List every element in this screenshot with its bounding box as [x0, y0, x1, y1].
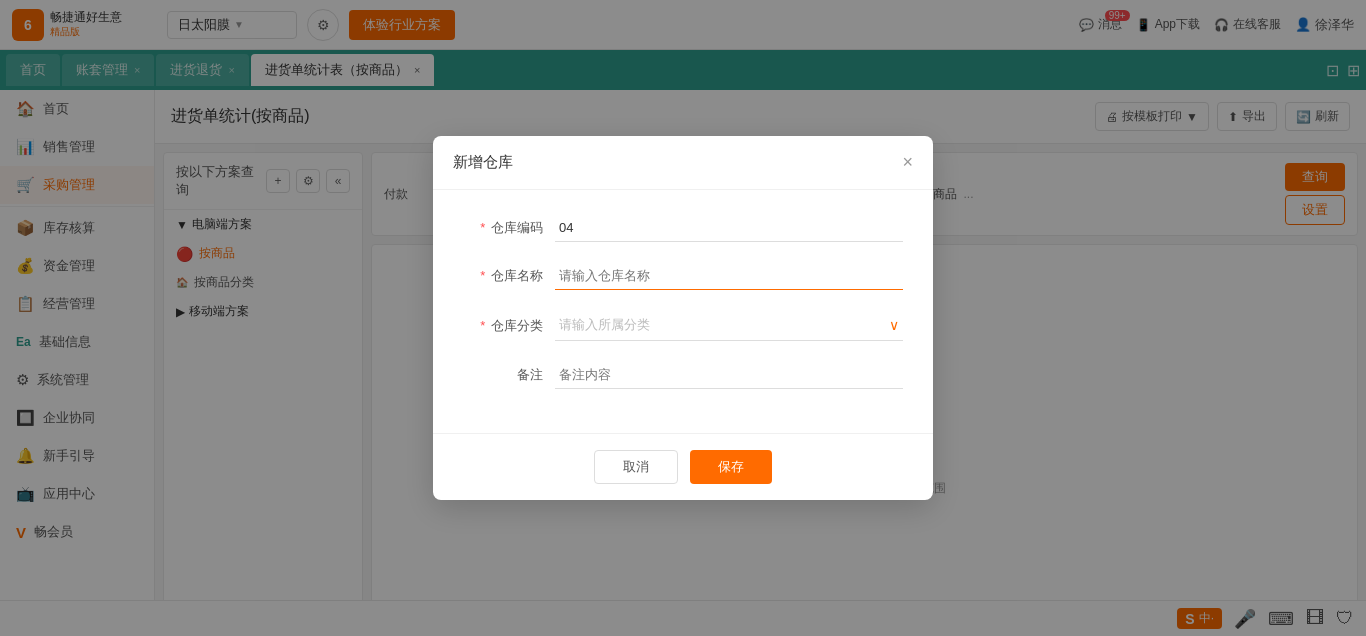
warehouse-code-label: * 仓库编码 — [463, 219, 543, 237]
warehouse-name-row: * 仓库名称 — [463, 262, 903, 290]
warehouse-name-input[interactable] — [555, 262, 903, 290]
required-star-2: * — [480, 268, 485, 283]
modal-footer: 取消 保存 — [433, 433, 933, 500]
new-warehouse-modal: 新增仓库 × * 仓库编码 * 仓库名称 * 仓库分类 请输入 — [433, 136, 933, 500]
warehouse-name-label: * 仓库名称 — [463, 267, 543, 285]
warehouse-notes-label: 备注 — [463, 366, 543, 384]
save-button[interactable]: 保存 — [690, 450, 772, 484]
modal-body: * 仓库编码 * 仓库名称 * 仓库分类 请输入所属分类 ∨ — [433, 190, 933, 433]
category-arrow-icon: ∨ — [889, 317, 899, 333]
warehouse-code-input[interactable] — [555, 214, 903, 242]
warehouse-category-select[interactable]: 请输入所属分类 ∨ — [555, 310, 903, 341]
modal-title: 新增仓库 — [453, 153, 513, 172]
warehouse-notes-row: 备注 — [463, 361, 903, 389]
modal-close-button[interactable]: × — [902, 152, 913, 173]
cancel-button[interactable]: 取消 — [594, 450, 678, 484]
modal-header: 新增仓库 × — [433, 136, 933, 190]
required-star-3: * — [480, 318, 485, 333]
category-placeholder: 请输入所属分类 — [559, 316, 650, 334]
warehouse-category-label: * 仓库分类 — [463, 317, 543, 335]
required-star-1: * — [480, 220, 485, 235]
warehouse-code-row: * 仓库编码 — [463, 214, 903, 242]
warehouse-notes-input[interactable] — [555, 361, 903, 389]
warehouse-category-row: * 仓库分类 请输入所属分类 ∨ — [463, 310, 903, 341]
